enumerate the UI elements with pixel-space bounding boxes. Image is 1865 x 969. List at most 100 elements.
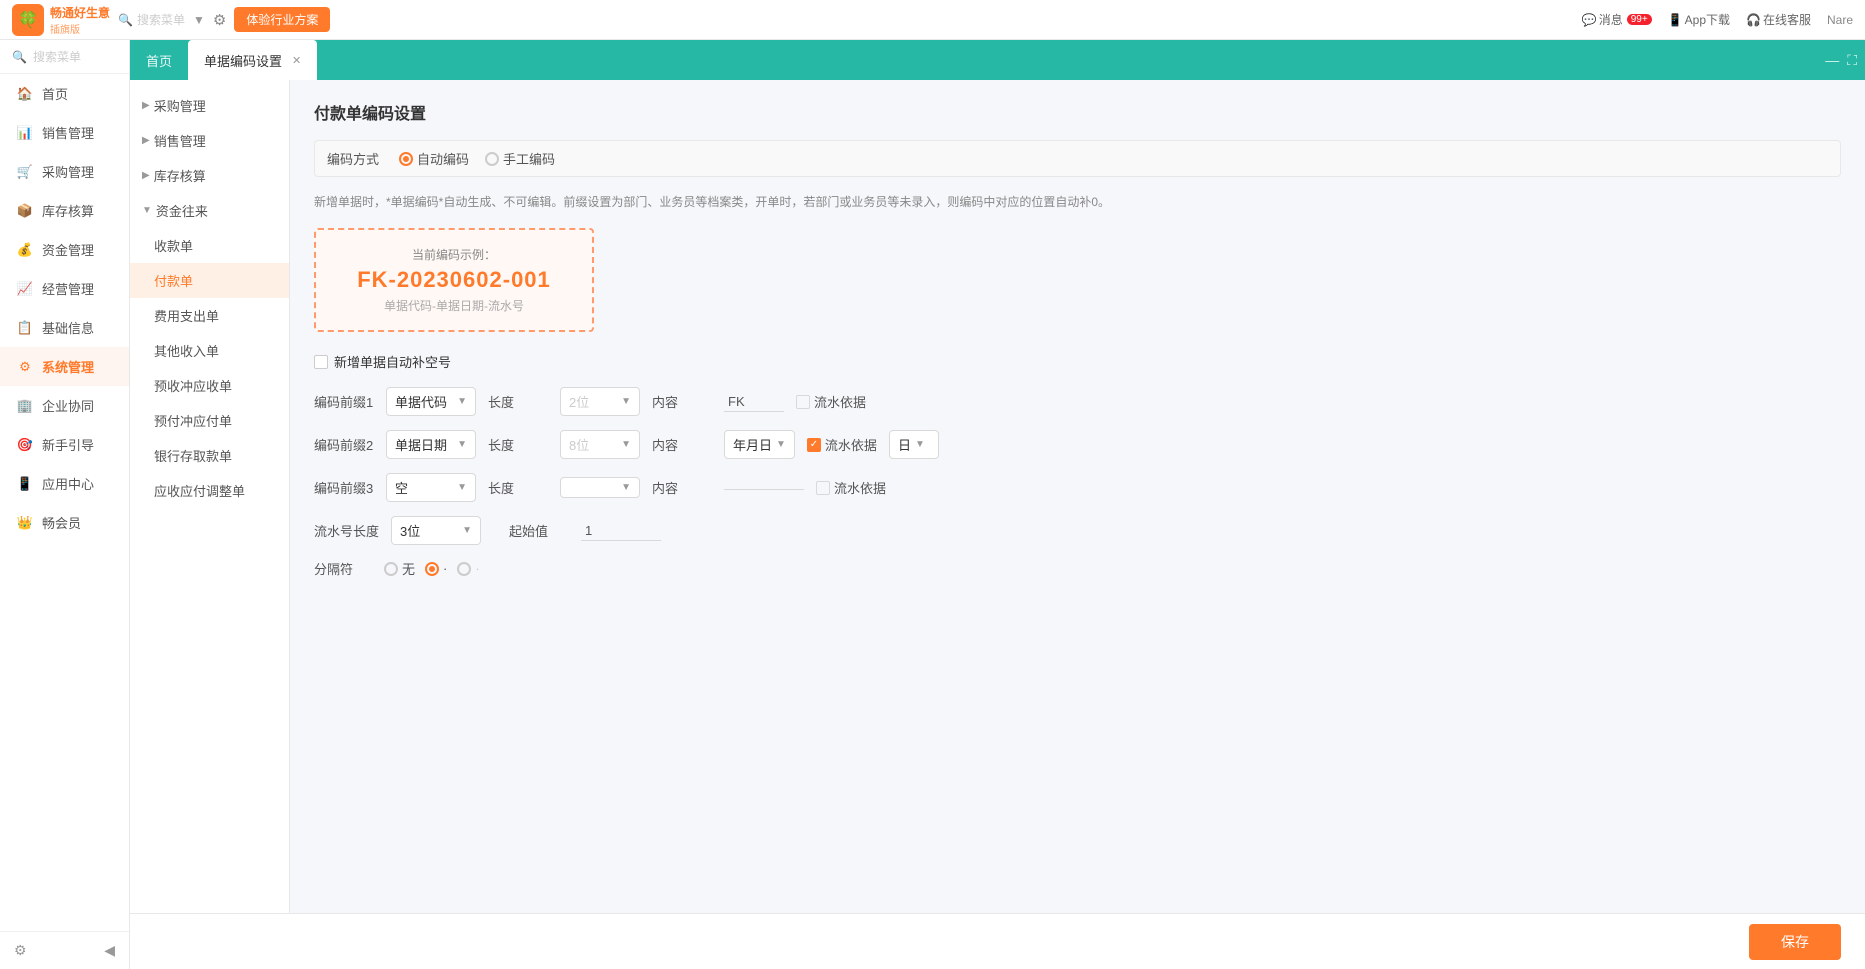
length-label-2: 长度 [488,435,548,454]
separator-row: 分隔符 无 · · [314,559,1841,578]
coop-icon: 🏢 [16,397,34,415]
serial-checkbox-1[interactable] [796,395,810,409]
base-info-icon: 📋 [16,319,34,337]
logo-icon: 🍀 [12,4,44,36]
purchase-icon: 🛒 [16,163,34,181]
sidebar-item-member[interactable]: 👑 畅会员 [0,503,129,542]
prefix-label-2: 编码前缀2 [314,435,374,454]
tab-bar-right: — ⛶ [1825,52,1865,69]
group-inventory: ▶ 库存核算 [130,158,289,193]
tab-minimize-icon[interactable]: — [1825,52,1839,68]
group-purchase-title[interactable]: ▶ 采购管理 [130,88,289,123]
sidebar-item-prepay-offset[interactable]: 预收冲应收单 [130,368,289,403]
online-service-area[interactable]: 🎧 在线客服 [1746,11,1811,28]
form-row-1: 编码前缀1 单据代码 ▼ 长度 2位 ▼ 内容 FK [314,387,1841,416]
code-preview-value: FK-20230602-001 [357,267,551,293]
content-value-3 [724,485,804,490]
length-dropdown-arrow-2: ▼ [621,439,631,450]
home-icon: 🏠 [16,85,34,103]
sidebar-bottom: ⚙ ◀ [0,931,129,969]
collapse-icon[interactable]: ◀ [104,942,115,959]
prefix-select-3[interactable]: 空 ▼ [386,473,476,502]
sidebar-item-finance[interactable]: 💰 资金管理 [0,230,129,269]
sidebar-item-other-income[interactable]: 其他收入单 [130,333,289,368]
prefix-label-3: 编码前缀3 [314,478,374,497]
message-area[interactable]: 💬 消息 99+ [1582,11,1652,28]
prefix-dropdown-arrow-3: ▼ [457,482,467,493]
settings-bottom-icon[interactable]: ⚙ [14,942,27,959]
length-select-3[interactable]: ▼ [560,477,640,498]
encoding-label: 编码方式 [327,149,379,168]
sep-dot2-dot [457,562,471,576]
search-menu-area[interactable]: 🔍 搜索菜单 [118,11,185,28]
logo-text: 畅通好生意 插旗版 [50,4,110,36]
sidebar-search[interactable]: 🔍 搜索菜单 [0,40,129,74]
prefix-select-1[interactable]: 单据代码 ▼ [386,387,476,416]
separator-dot2-radio[interactable]: · [457,561,479,576]
group-inventory-title[interactable]: ▶ 库存核算 [130,158,289,193]
length-select-1[interactable]: 2位 ▼ [560,387,640,416]
serial-check-row-1: 流水依据 [796,392,866,411]
guide-icon: 🎯 [16,436,34,454]
save-button[interactable]: 保存 [1749,924,1841,960]
sidebar-item-inventory[interactable]: 📦 库存核算 [0,191,129,230]
content-value-1: FK [724,392,784,412]
encoding-radio-group: 自动编码 手工编码 [399,149,555,168]
separator-none-radio[interactable]: 无 [384,559,415,578]
inventory-icon: 📦 [16,202,34,220]
group-capital-title[interactable]: ▼ 资金往来 [130,193,289,228]
service-icon: 🎧 [1746,13,1761,27]
app-download-area[interactable]: 📱 App下载 [1668,11,1730,28]
sidebar-item-base-info[interactable]: 📋 基础信息 [0,308,129,347]
sidebar-item-receipt[interactable]: 收款单 [130,228,289,263]
tab-encode-settings[interactable]: 单据编码设置 ✕ [188,40,317,80]
sidebar-item-home[interactable]: 🏠 首页 [0,74,129,113]
tab-expand-icon[interactable]: ⛶ [1847,52,1857,69]
group-sales-title[interactable]: ▶ 销售管理 [130,123,289,158]
serial-checkbox-2[interactable] [807,438,821,452]
sidebar-item-coop[interactable]: 🏢 企业协同 [0,386,129,425]
tab-close-icon[interactable]: ✕ [292,54,301,67]
top-bar-right: 💬 消息 99+ 📱 App下载 🎧 在线客服 Nare [1582,11,1853,28]
serial-length-dropdown-arrow: ▼ [462,525,472,536]
day-select-2[interactable]: 日 ▼ [889,430,939,459]
sidebar-item-purchase[interactable]: 🛒 采购管理 [0,152,129,191]
serial-length-label: 流水号长度 [314,521,379,540]
serial-length-select[interactable]: 3位 ▼ [391,516,481,545]
sidebar-item-adjustment[interactable]: 应收应付调整单 [130,473,289,508]
auto-code-radio[interactable]: 自动编码 [399,149,469,168]
sidebar-item-bank[interactable]: 银行存取款单 [130,438,289,473]
tab-home[interactable]: 首页 [130,40,188,80]
serial-checkbox-3[interactable] [816,481,830,495]
sidebar-item-sales[interactable]: 📊 销售管理 [0,113,129,152]
prefix-select-2[interactable]: 单据日期 ▼ [386,430,476,459]
start-value-input[interactable]: 1 [581,521,661,541]
length-select-2[interactable]: 8位 ▼ [560,430,640,459]
auto-fill-checkbox[interactable] [314,355,328,369]
separator-dot-radio[interactable]: · [425,561,447,576]
top-bar-middle: 🔍 搜索菜单 ▼ ⚙ 体验行业方案 [118,7,1574,32]
settings-gear-icon[interactable]: ⚙ [213,11,226,29]
group-sales: ▶ 销售管理 [130,123,289,158]
sidebar-item-guide[interactable]: 🎯 新手引导 [0,425,129,464]
sidebar-item-apps[interactable]: 📱 应用中心 [0,464,129,503]
separator-label: 分隔符 [314,559,374,578]
sidebar-item-payment[interactable]: 付款单 [130,263,289,298]
day-dropdown-arrow: ▼ [915,439,925,450]
content-select-2[interactable]: 年月日 ▼ [724,430,795,459]
code-preview-box: 当前编码示例： FK-20230602-001 单据代码-单据日期-流水号 [314,228,594,332]
serial-check-row-2: 流水依据 [807,435,877,454]
dropdown-arrow-icon[interactable]: ▼ [193,13,205,27]
sidebar-item-expense[interactable]: 费用支出单 [130,298,289,333]
start-value-label: 起始值 [509,521,569,540]
sidebar-item-advance-offset[interactable]: 预付冲应付单 [130,403,289,438]
manual-code-radio[interactable]: 手工编码 [485,149,555,168]
serial-config-row: 流水号长度 3位 ▼ 起始值 1 [314,516,1841,545]
prefix-dropdown-arrow-2: ▼ [457,439,467,450]
length-label-3: 长度 [488,478,548,497]
user-avatar[interactable]: Nare [1827,13,1853,27]
sidebar-item-business[interactable]: 📈 经营管理 [0,269,129,308]
content-label-2: 内容 [652,435,712,454]
sidebar-item-system[interactable]: ⚙ 系统管理 [0,347,129,386]
experience-button[interactable]: 体验行业方案 [234,7,330,32]
